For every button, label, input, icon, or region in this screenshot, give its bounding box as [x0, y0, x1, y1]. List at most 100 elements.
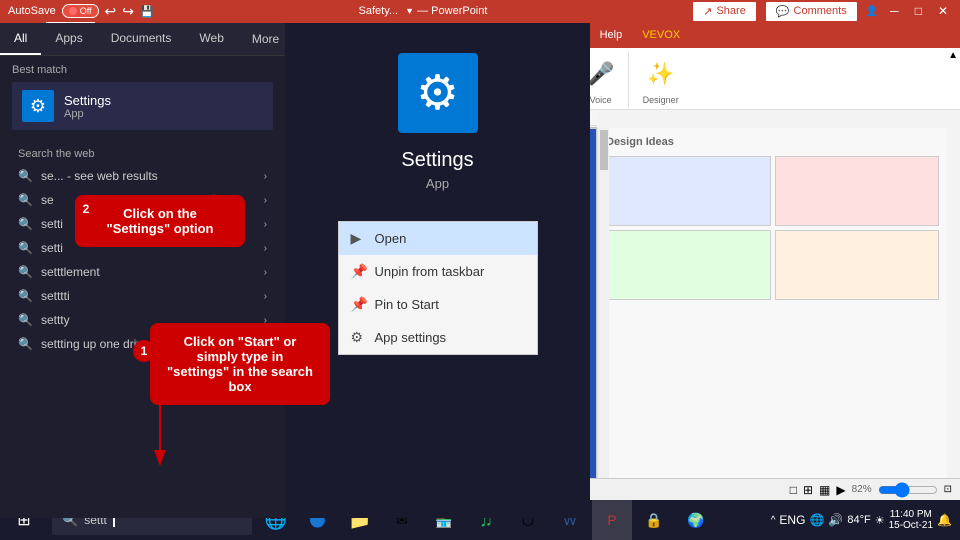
- annotation-circle-2: 2: [75, 198, 97, 220]
- fit-slide-button[interactable]: ⊡: [944, 484, 952, 495]
- tab-help[interactable]: Help: [590, 22, 633, 48]
- taskbar-powerpoint-icon[interactable]: P: [592, 500, 632, 540]
- reading-view-button[interactable]: ▦: [819, 483, 830, 497]
- outline-view-button[interactable]: ⊞: [803, 483, 813, 497]
- maximize-button[interactable]: □: [911, 4, 926, 18]
- taskbar-clock[interactable]: 11:40 PM 15-Oct-21: [889, 509, 933, 531]
- web-result-text-3: setti: [41, 217, 63, 231]
- redo-icon[interactable]: ↪: [122, 3, 134, 20]
- design-idea-2[interactable]: [775, 156, 940, 226]
- chevron-right-3: ›: [264, 219, 267, 230]
- chevron-right-1: ›: [264, 171, 267, 182]
- show-hidden-icons[interactable]: ^: [771, 515, 776, 526]
- app-name-large: Settings: [401, 149, 473, 172]
- annotation-text-1: Click on "Start" or simply type in "sett…: [167, 334, 313, 394]
- open-icon: ▶: [351, 230, 367, 247]
- ribbon-collapse-button[interactable]: ▲: [948, 50, 958, 61]
- toggle-state: Off: [80, 6, 92, 16]
- scrollbar-thumb[interactable]: [600, 130, 608, 170]
- search-icon-2: 🔍: [18, 193, 33, 207]
- undo-icon[interactable]: ↩: [105, 3, 117, 20]
- save-icon[interactable]: 💾: [140, 5, 154, 18]
- app-icon-large: ⚙: [398, 53, 478, 133]
- network-icon[interactable]: 🌐: [809, 513, 824, 527]
- volume-icon[interactable]: 🔊: [828, 513, 843, 527]
- taskbar-app6-icon[interactable]: 🔒: [634, 500, 674, 540]
- temperature-display: 84°F: [847, 514, 870, 526]
- tab-all[interactable]: All: [0, 23, 41, 55]
- chevron-right-5: ›: [264, 267, 267, 278]
- match-info: Settings App: [64, 93, 111, 120]
- search-icon-3: 🔍: [18, 217, 33, 231]
- share-label: Share: [716, 5, 745, 17]
- tab-documents[interactable]: Documents: [97, 23, 186, 55]
- dictate-icon: 🎤: [587, 61, 614, 87]
- context-pin-start-label: Pin to Start: [375, 297, 439, 312]
- zoom-level: 82%: [852, 484, 872, 495]
- search-tabs: All Apps Documents Web More 📌 •••: [0, 23, 285, 56]
- context-open[interactable]: ▶ Open: [339, 222, 537, 255]
- web-result-text-5: setttlement: [41, 265, 100, 279]
- context-open-label: Open: [375, 231, 407, 246]
- search-icon-1: 🔍: [18, 169, 33, 183]
- design-idea-4[interactable]: [775, 230, 940, 300]
- annotation-circle-1: 1: [133, 340, 155, 362]
- title-bar-right: ↗ Share 💬 Comments 👤 ─ □ ✕: [692, 1, 952, 22]
- chevron-right-2: ›: [264, 195, 267, 206]
- search-icon-6: 🔍: [18, 289, 33, 303]
- annotation-text-2: Click on the "Settings" option: [107, 206, 214, 236]
- designer-label: Designer: [643, 95, 679, 105]
- tab-vevox[interactable]: VEVOX: [632, 22, 690, 48]
- zoom-slider[interactable]: [878, 482, 938, 498]
- annotation-box-1: Click on "Start" or simply type in "sett…: [150, 323, 330, 405]
- best-match-label: Best match: [12, 64, 273, 76]
- design-idea-1[interactable]: [606, 156, 771, 226]
- design-idea-3[interactable]: [606, 230, 771, 300]
- context-menu: ▶ Open 📌 Unpin from taskbar 📌 Pin to Sta…: [338, 221, 538, 355]
- notifications-icon[interactable]: 🔔: [937, 513, 952, 527]
- app-type-label: App: [426, 176, 449, 191]
- web-result-6[interactable]: 🔍 setttti ›: [12, 284, 273, 308]
- dictate-button[interactable]: 🎤: [587, 53, 614, 95]
- bottom-right: □ ⊞ ▦ ▶ 82% ⊡: [790, 482, 952, 498]
- context-app-settings[interactable]: ⚙ App settings: [339, 321, 537, 354]
- web-result-text-1: se... - see web results: [41, 169, 158, 183]
- vertical-scrollbar[interactable]: [597, 128, 609, 500]
- match-name: Settings: [64, 93, 111, 108]
- taskbar-chrome-icon[interactable]: 🌍: [676, 500, 716, 540]
- web-result-5[interactable]: 🔍 setttlement ›: [12, 260, 273, 284]
- tab-apps[interactable]: Apps: [41, 23, 96, 55]
- normal-view-button[interactable]: □: [790, 483, 797, 497]
- pin-start-icon: 📌: [351, 296, 367, 313]
- autosave-toggle[interactable]: Off: [62, 4, 99, 18]
- chevron-right-4: ›: [264, 243, 267, 254]
- autosave-label: AutoSave: [8, 5, 56, 17]
- web-result-text-7: settty: [41, 313, 70, 327]
- search-icon-4: 🔍: [18, 241, 33, 255]
- tab-web[interactable]: Web: [185, 23, 237, 55]
- toggle-dot: [69, 7, 77, 15]
- web-result-text-6: setttti: [41, 289, 70, 303]
- clock-date: 15-Oct-21: [889, 520, 933, 531]
- title-bar: AutoSave Off ↩ ↪ 💾 Safety... ▼ — PowerPo…: [0, 0, 960, 22]
- comments-button[interactable]: 💬 Comments: [765, 1, 858, 22]
- share-button[interactable]: ↗ Share: [692, 1, 757, 22]
- close-button[interactable]: ✕: [934, 4, 952, 18]
- best-match-item[interactable]: ⚙ Settings App: [12, 82, 273, 130]
- start-menu-right: ⚙ Settings App ▶ Open 📌 Unpin from taskb…: [285, 23, 590, 518]
- slideshow-button[interactable]: ▶: [836, 483, 845, 497]
- context-pin-start[interactable]: 📌 Pin to Start: [339, 288, 537, 321]
- file-dropdown-icon[interactable]: ▼: [405, 6, 414, 16]
- settings-icon-box: ⚙: [22, 90, 54, 122]
- web-result-text-4: setti: [41, 241, 63, 255]
- context-unpin-taskbar[interactable]: 📌 Unpin from taskbar: [339, 255, 537, 288]
- minimize-button[interactable]: ─: [886, 4, 903, 18]
- taskbar-system-tray: ^ ENG 🌐 🔊 84°F ☀ 11:40 PM 15-Oct-21 🔔: [771, 509, 960, 531]
- search-icon-8: 🔍: [18, 337, 33, 351]
- comments-icon: 💬: [776, 5, 790, 18]
- design-ideas-button[interactable]: ✨: [647, 53, 674, 95]
- context-unpin-taskbar-label: Unpin from taskbar: [375, 264, 485, 279]
- user-avatar: 👤: [866, 6, 878, 17]
- title-filename: Safety... ▼ — PowerPoint: [359, 5, 488, 17]
- right-panel: Design Ideas: [597, 128, 947, 500]
